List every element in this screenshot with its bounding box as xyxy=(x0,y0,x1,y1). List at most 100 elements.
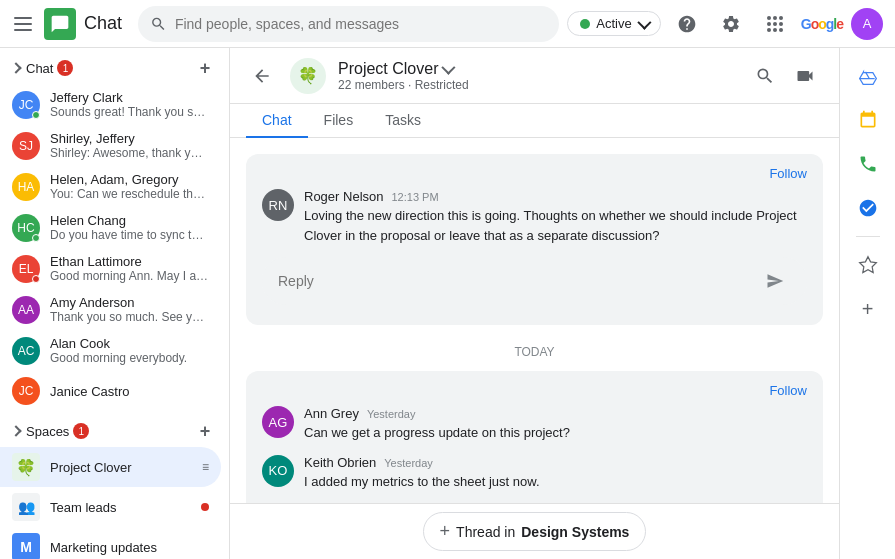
message-preview: Shirley: Awesome, thank you for the... xyxy=(50,146,209,160)
online-indicator xyxy=(32,234,40,242)
star-icon[interactable] xyxy=(848,245,888,285)
search-input[interactable] xyxy=(175,16,547,32)
message-text: I added my metrics to the sheet just now… xyxy=(304,472,807,492)
sidebar: Chat 1 + JC Jeffery Clark Sounds great! … xyxy=(0,48,230,559)
message-card-1: Follow RN Roger Nelson 12:13 PM Loving t… xyxy=(246,154,823,325)
message-preview: Do you have time to sync tomorrow mori..… xyxy=(50,228,209,242)
header-actions xyxy=(747,58,823,94)
avatar: EL xyxy=(12,255,40,283)
avatar: AC xyxy=(12,337,40,365)
send-button-1[interactable] xyxy=(759,265,791,297)
drive-icon[interactable] xyxy=(848,56,888,96)
follow-button-2[interactable]: Follow xyxy=(769,383,807,398)
avatar: HA xyxy=(12,173,40,201)
chat-add-button[interactable]: + xyxy=(193,56,217,80)
back-button[interactable] xyxy=(246,60,278,92)
phone-icon[interactable] xyxy=(848,144,888,184)
reply-input-1[interactable] xyxy=(278,273,751,289)
message-time: 12:13 PM xyxy=(392,191,439,203)
contact-name: Amy Anderson xyxy=(50,295,209,310)
chat-header: 🍀 Project Clover 22 members · Restricted xyxy=(230,48,839,104)
date-divider: TODAY xyxy=(246,345,823,359)
thread-bar: + Thread in Design Systems xyxy=(230,503,839,559)
add-icon[interactable]: + xyxy=(848,289,888,329)
right-sidebar: + xyxy=(839,48,895,559)
search-icon xyxy=(150,15,167,33)
avatar: HC xyxy=(12,214,40,242)
chat-section-toggle[interactable]: Chat 1 xyxy=(12,60,73,76)
sidebar-item-amy-anderson[interactable]: AA Amy Anderson Thank you so much. See y… xyxy=(0,289,221,330)
sidebar-item-jeffery-clark[interactable]: JC Jeffery Clark Sounds great! Thank you… xyxy=(0,84,221,125)
space-name: Project Clover xyxy=(50,460,192,475)
message-row-ann: AG Ann Grey Yesterday Can we get a progr… xyxy=(262,406,807,443)
contact-name: Ethan Lattimore xyxy=(50,254,209,269)
space-icon: M xyxy=(12,533,40,559)
chevron-down-icon xyxy=(637,15,651,29)
sidebar-item-shirley-jeffery[interactable]: SJ Shirley, Jeffery Shirley: Awesome, th… xyxy=(0,125,221,166)
tab-chat[interactable]: Chat xyxy=(246,104,308,138)
google-logo[interactable]: Google xyxy=(801,16,843,32)
space-team-leads[interactable]: 👥 Team leads xyxy=(0,487,221,527)
topbar: Chat Active Google A xyxy=(0,0,895,48)
space-project-clover[interactable]: 🍀 Project Clover ≡ xyxy=(0,447,221,487)
main-content: Chat 1 + JC Jeffery Clark Sounds great! … xyxy=(0,48,895,559)
unread-indicator xyxy=(201,503,209,511)
chat-title: Project Clover xyxy=(338,60,735,78)
online-indicator xyxy=(32,111,40,119)
thread-button[interactable]: + Thread in Design Systems xyxy=(423,512,647,551)
user-avatar[interactable]: A xyxy=(851,8,883,40)
app-logo xyxy=(44,8,76,40)
tab-tasks[interactable]: Tasks xyxy=(369,104,437,138)
tasks-icon[interactable] xyxy=(848,188,888,228)
calendar-icon[interactable] xyxy=(848,100,888,140)
help-icon[interactable] xyxy=(669,6,705,42)
status-badge[interactable]: Active xyxy=(567,11,660,36)
search-in-chat-icon[interactable] xyxy=(747,58,783,94)
chat-title-chevron-icon xyxy=(442,60,456,74)
contact-name: Helen Chang xyxy=(50,213,209,228)
spaces-section-label: Spaces xyxy=(26,424,69,439)
hamburger-menu-icon[interactable] xyxy=(12,12,36,36)
spaces-section-header: Spaces 1 + xyxy=(0,411,229,447)
message-text: Can we get a progress update on this pro… xyxy=(304,423,807,443)
avatar: AA xyxy=(12,296,40,324)
space-marketing-updates[interactable]: M Marketing updates xyxy=(0,527,221,559)
chat-chevron-icon xyxy=(10,62,21,73)
message-preview: Sounds great! Thank you so much Ann! xyxy=(50,105,209,119)
avatar: SJ xyxy=(12,132,40,160)
sidebar-item-helen-adam[interactable]: HA Helen, Adam, Gregory You: Can we resc… xyxy=(0,166,221,207)
sidebar-divider xyxy=(856,236,880,237)
video-call-icon[interactable] xyxy=(787,58,823,94)
sidebar-item-ethan-lattimore[interactable]: EL Ethan Lattimore Good morning Ann. May… xyxy=(0,248,221,289)
message-preview: Good morning everybody. xyxy=(50,351,209,365)
search-bar[interactable] xyxy=(138,6,559,42)
tab-files[interactable]: Files xyxy=(308,104,370,138)
spaces-badge: 1 xyxy=(73,423,89,439)
contact-name: Alan Cook xyxy=(50,336,209,351)
thread-label: Thread in xyxy=(456,524,515,540)
spaces-add-button[interactable]: + xyxy=(193,419,217,443)
reply-box-1[interactable] xyxy=(262,257,807,305)
message-text: Loving the new direction this is going. … xyxy=(304,206,807,245)
message-preview: Thank you so much. See you there. xyxy=(50,310,209,324)
offline-indicator xyxy=(32,275,40,283)
message-author: Ann Grey xyxy=(304,406,359,421)
space-name: Marketing updates xyxy=(50,540,209,555)
message-avatar: RN xyxy=(262,189,294,221)
message-time: Yesterday xyxy=(384,457,433,469)
chat-subtitle: 22 members · Restricted xyxy=(338,78,735,92)
contact-name: Jeffery Clark xyxy=(50,90,209,105)
follow-button-1[interactable]: Follow xyxy=(769,166,807,181)
chat-panel: 🍀 Project Clover 22 members · Restricted… xyxy=(230,48,839,559)
sidebar-item-alan-cook[interactable]: AC Alan Cook Good morning everybody. xyxy=(0,330,221,371)
apps-grid-icon[interactable] xyxy=(757,6,793,42)
space-avatar: 🍀 xyxy=(290,58,326,94)
sidebar-item-helen-chang[interactable]: HC Helen Chang Do you have time to sync … xyxy=(0,207,221,248)
space-icon: 🍀 xyxy=(12,453,40,481)
space-icon: 👥 xyxy=(12,493,40,521)
settings-icon[interactable] xyxy=(713,6,749,42)
spaces-section-toggle[interactable]: Spaces 1 xyxy=(12,423,89,439)
sidebar-item-janice-castro[interactable]: JC Janice Castro xyxy=(0,371,221,411)
message-time: Yesterday xyxy=(367,408,416,420)
plus-icon: + xyxy=(440,521,451,542)
